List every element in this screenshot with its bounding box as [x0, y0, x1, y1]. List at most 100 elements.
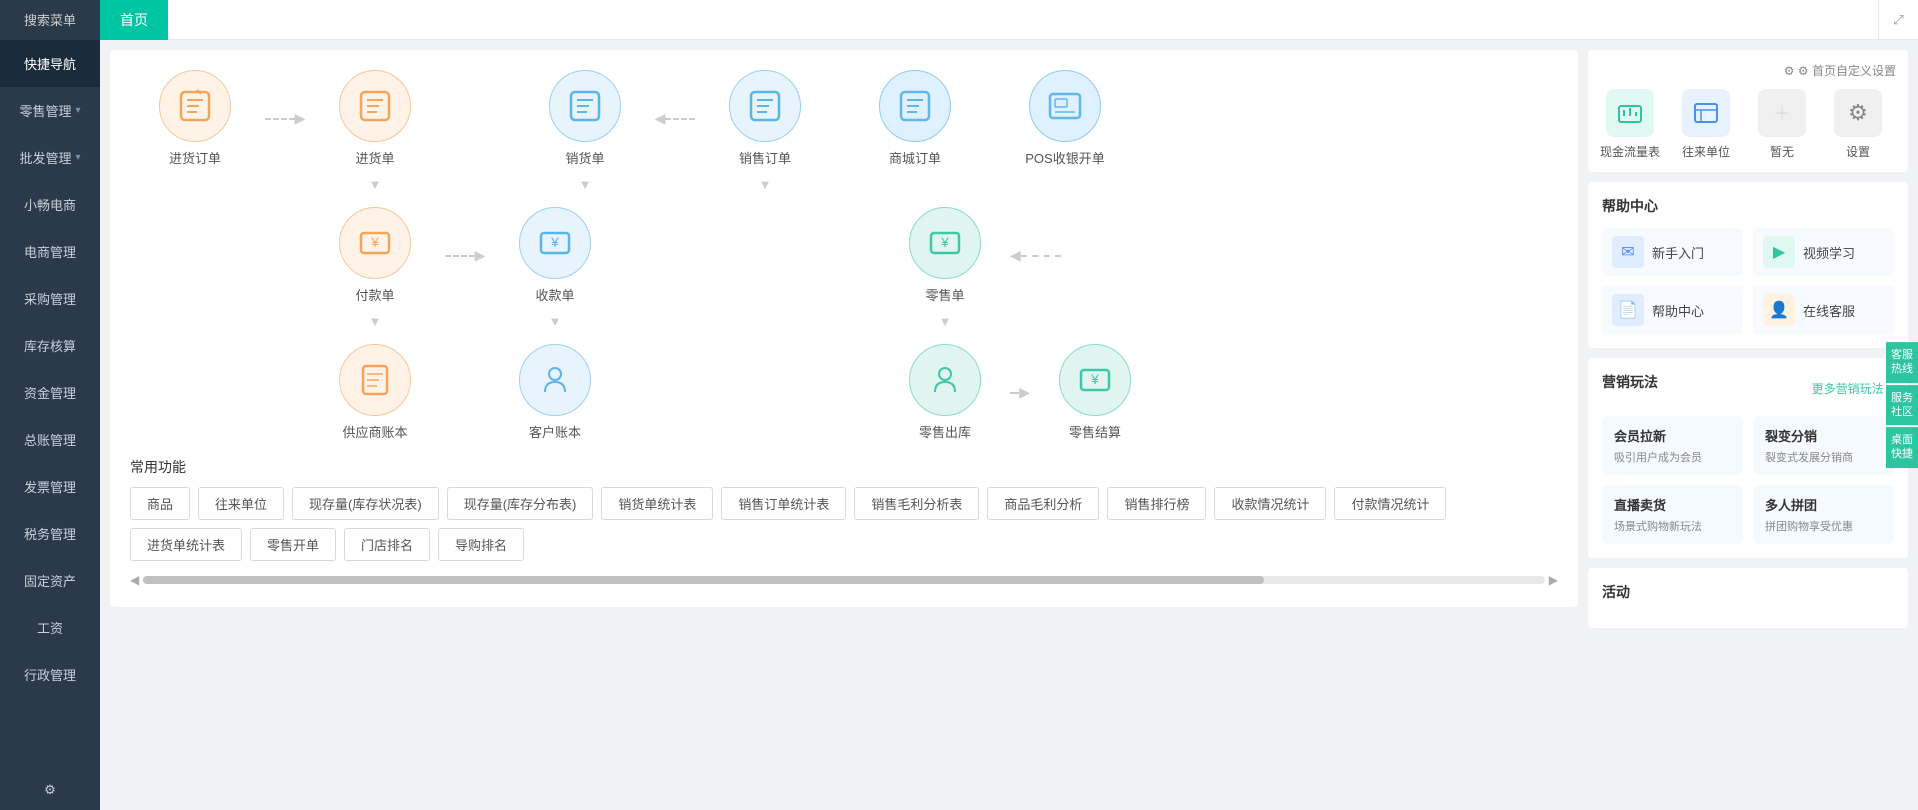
flow-label-customer-book: 客户账本	[529, 422, 581, 441]
sidebar-item-salary[interactable]: 工资	[0, 604, 100, 651]
flow-node-pos[interactable]: POS收银开单	[1000, 70, 1130, 167]
video-label: 视频学习	[1803, 243, 1855, 262]
float-btn-community[interactable]: 服务社区	[1886, 385, 1918, 426]
btn-receipt-stat[interactable]: 收款情况统计	[1214, 487, 1326, 520]
flow-circle-supplier-book	[339, 344, 411, 416]
btn-sales-order-stat[interactable]: 销售订单统计表	[721, 487, 846, 520]
flow-circle-mall-order	[879, 70, 951, 142]
btn-goods-profit[interactable]: 商品毛利分析	[987, 487, 1099, 520]
btn-stock1[interactable]: 现存量(库存状况表)	[292, 487, 439, 520]
marketing-card-live[interactable]: 直播卖货 场景式购物新玩法	[1602, 485, 1743, 544]
help-item-help[interactable]: 📄 帮助中心	[1602, 286, 1743, 334]
float-btn-desktop[interactable]: 桌面快捷	[1886, 427, 1918, 468]
help-item-video[interactable]: ▶ 视频学习	[1753, 228, 1894, 276]
btn-retail-open[interactable]: 零售开单	[250, 528, 336, 561]
scroll-right[interactable]: ▶	[1549, 573, 1558, 587]
marketing-section: 营销玩法 更多营销玩法 > 会员拉新 吸引用户成为会员 裂变分销 裂变式发展分销…	[1588, 358, 1908, 558]
flow-circle-customer-book	[519, 344, 591, 416]
search-menu[interactable]: 搜索菜单	[0, 0, 100, 40]
sidebar-item-tax[interactable]: 税务管理	[0, 510, 100, 557]
flow-node-receipt[interactable]: ¥ 收款单	[490, 207, 620, 304]
sidebar-item-finance[interactable]: 资金管理	[0, 369, 100, 416]
marketing-card-member[interactable]: 会员拉新 吸引用户成为会员	[1602, 416, 1743, 475]
flow-circle-sales	[549, 70, 621, 142]
arrow-1: ▶	[260, 110, 310, 127]
svg-text:¥: ¥	[370, 234, 379, 250]
activity-section: 活动	[1588, 568, 1908, 628]
flow-label-sales: 销货单	[565, 148, 604, 167]
btn-gross-profit[interactable]: 销售毛利分析表	[854, 487, 979, 520]
card-live-title: 直播卖货	[1614, 495, 1731, 514]
settings-icon-box: ⚙	[1834, 89, 1882, 137]
partners-icon-box	[1682, 89, 1730, 137]
customize-label: ⚙ 首页自定义设置	[1798, 62, 1896, 79]
sidebar-item-invoice[interactable]: 发票管理	[0, 463, 100, 510]
partners-label: 往来单位	[1682, 143, 1730, 160]
flow-node-supplier-book[interactable]: 供应商账本	[310, 344, 440, 441]
quick-icons-grid: 现金流量表 往来单位 ＋ 暂无 ⚙ 设置	[1600, 89, 1896, 160]
btn-purchase-stat[interactable]: 进货单统计表	[130, 528, 242, 561]
card-live-desc: 场景式购物新玩法	[1614, 518, 1731, 534]
flow-node-sales[interactable]: 销货单	[520, 70, 650, 167]
scroll-track[interactable]	[143, 576, 1545, 584]
btn-guide-rank[interactable]: 导购排名	[438, 528, 524, 561]
v2-arrow-retail: ▼	[880, 314, 1010, 329]
flow-label-supplier-book: 供应商账本	[342, 422, 407, 441]
sidebar-item-inventory[interactable]: 库存核算	[0, 322, 100, 369]
flow-node-retail-settle[interactable]: ¥ 零售结算	[1030, 344, 1160, 441]
sidebar-item-retail[interactable]: 零售管理 ▾	[0, 87, 100, 134]
btn-payment-stat[interactable]: 付款情况统计	[1334, 487, 1446, 520]
flow-label-sales-order: 销售订单	[739, 148, 791, 167]
flow-node-purchase[interactable]: 进货单	[310, 70, 440, 167]
flow-label-purchase: 进货单	[355, 148, 394, 167]
help-item-beginner[interactable]: ✉ 新手入门	[1602, 228, 1743, 276]
flow-node-retail[interactable]: ¥ 零售单	[880, 207, 1010, 304]
float-btn-service[interactable]: 客服热线	[1886, 342, 1918, 383]
flow-node-payment[interactable]: ¥ 付款单	[310, 207, 440, 304]
marketing-card-fission[interactable]: 裂变分销 裂变式发展分销商	[1753, 416, 1894, 475]
flow-circle-retail-settle: ¥	[1059, 344, 1131, 416]
btn-sales-stat[interactable]: 销货单统计表	[601, 487, 713, 520]
btn-goods[interactable]: 商品	[130, 487, 190, 520]
sidebar-item-purchase[interactable]: 采购管理	[0, 275, 100, 322]
flow-label-retail-out: 零售出库	[919, 422, 971, 441]
sidebar-item-admin[interactable]: 行政管理	[0, 651, 100, 698]
sidebar-item-ecommgmt[interactable]: 电商管理	[0, 228, 100, 275]
quick-icon-none[interactable]: ＋ 暂无	[1752, 89, 1812, 160]
flow-node-mall-order[interactable]: 商城订单	[850, 70, 980, 167]
flow-circle-purchase-order	[159, 70, 231, 142]
sidebar-item-quicknav[interactable]: 快捷导航	[0, 40, 100, 87]
flow-label-retail-settle: 零售结算	[1069, 422, 1121, 441]
sidebar-item-assets[interactable]: 固定资产	[0, 557, 100, 604]
btn-stock2[interactable]: 现存量(库存分布表)	[447, 487, 594, 520]
btn-partners[interactable]: 往来单位	[198, 487, 284, 520]
sidebar-item-wholesale[interactable]: 批发管理 ▾	[0, 134, 100, 181]
flow-node-purchase-order[interactable]: 进货订单	[130, 70, 260, 167]
scroll-left[interactable]: ◀	[130, 573, 139, 587]
sidebar-item-ecom[interactable]: 小畅电商	[0, 181, 100, 228]
flow-label-purchase-order: 进货订单	[169, 148, 221, 167]
flow-node-retail-out[interactable]: 零售出库	[880, 344, 1010, 441]
expand-button[interactable]: ⤢	[1878, 0, 1918, 40]
flow-label-retail: 零售单	[925, 285, 964, 304]
row3-arrow: ▶	[1010, 384, 1030, 401]
quick-icon-settings[interactable]: ⚙ 设置	[1828, 89, 1888, 160]
flow-circle-retail-out	[909, 344, 981, 416]
marketing-card-group[interactable]: 多人拼团 拼团购物享受优惠	[1753, 485, 1894, 544]
sidebar-item-ledger[interactable]: 总账管理	[0, 416, 100, 463]
quick-icon-partners[interactable]: 往来单位	[1676, 89, 1736, 160]
quick-icon-cashflow[interactable]: 现金流量表	[1600, 89, 1660, 160]
card-fission-title: 裂变分销	[1765, 426, 1882, 445]
row2-arrow: ▶	[440, 247, 490, 264]
flow-node-sales-order[interactable]: 销售订单	[700, 70, 830, 167]
marketing-more[interactable]: 更多营销玩法 >	[1812, 380, 1894, 397]
btn-store-rank[interactable]: 门店排名	[344, 528, 430, 561]
quick-icons-section: ⚙ ⚙ 首页自定义设置 现金流量表 往来单位	[1588, 50, 1908, 172]
sidebar-settings[interactable]: ⚙	[0, 770, 100, 810]
tab-home[interactable]: 首页	[100, 0, 168, 40]
customize-settings[interactable]: ⚙ ⚙ 首页自定义设置	[1600, 62, 1896, 79]
flow-node-customer-book[interactable]: 客户账本	[490, 344, 620, 441]
arrow-2: ◀	[650, 110, 700, 127]
btn-sales-rank[interactable]: 销售排行榜	[1107, 487, 1206, 520]
help-item-service[interactable]: 👤 在线客服	[1753, 286, 1894, 334]
